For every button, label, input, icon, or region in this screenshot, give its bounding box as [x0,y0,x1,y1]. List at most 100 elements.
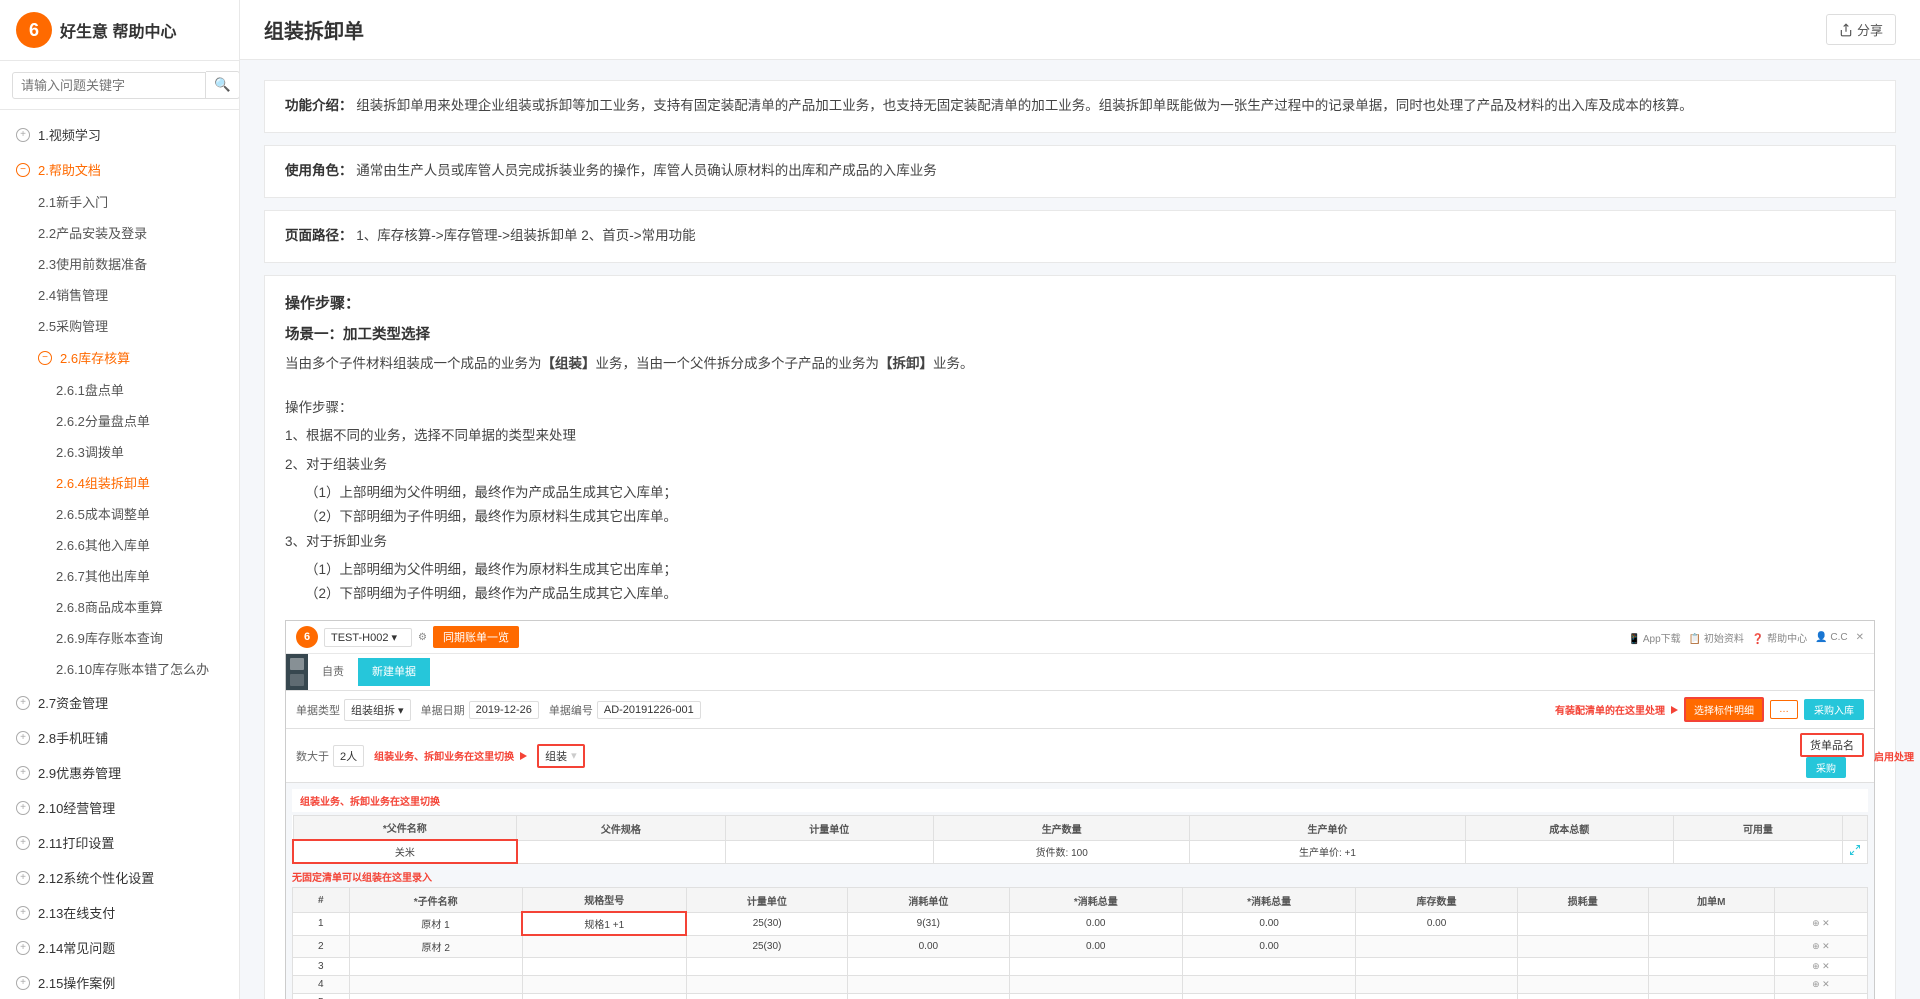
sidebar-item-assembly[interactable]: 2.6.4组装拆卸单 [0,467,239,498]
child-table-container: # *子件名称 规格型号 计量单位 消耗单位 *消耗总量 *消耗总量 库存数量 … [292,887,1868,999]
sidebar-item-stocktake[interactable]: 2.6.1盘点单 [0,374,239,405]
sidebar-item-faq[interactable]: + 2.14常见问题 [0,931,239,964]
sidebar-item-other-out[interactable]: 2.6.7其他出库单 [0,560,239,591]
parent-name-cell[interactable]: 关米 [293,840,517,863]
sidebar-item-video-learning[interactable]: + 1.视频学习 [0,118,239,151]
sidebar-item-purchase[interactable]: 2.5采购管理 [0,310,239,341]
sidebar: 6 好生意 帮助中心 🔍 + 1.视频学习 − 2.帮助文档 2.1新手入门 2… [0,0,240,999]
sidebar-item-other-in[interactable]: 2.6.6其他入库单 [0,529,239,560]
tab-new-order[interactable]: 新建单据 [358,658,430,686]
sidebar-item-install[interactable]: 2.2产品安装及登录 [0,217,239,248]
nav-home: ⚙ [418,632,427,643]
enable-process-field[interactable]: 货单品名 [1800,733,1864,757]
sidebar-item-cases[interactable]: + 2.15操作案例 [0,966,239,999]
sidebar-item-personalize[interactable]: + 2.12系统个性化设置 [0,861,239,894]
annotation-area-3: 货单品名 启用处理 采购 [1800,733,1864,778]
tables-area: 组装业务、拆卸业务在这里切换 *父件名称 父件规格 计量单位 生产数量 [286,783,1874,999]
nav-group-label: 2.9优惠券管理 [38,763,121,782]
step-3-1: （1）上部明细为父件明细，最终作为原材料生成其它出库单； [285,558,1875,582]
close-icon[interactable]: ✕ [1856,632,1864,643]
type-selector-highlighted[interactable]: 组装 ▾ [537,744,585,768]
qty-field: 数大于 2人 [296,745,364,767]
nav-group-label: 2.帮助文档 [38,160,101,179]
sidebar-item-finance[interactable]: + 2.7资金管理 [0,686,239,719]
sidebar-item-ledger[interactable]: 2.6.9库存账本查询 [0,622,239,653]
assembly-label: 组装业务、拆卸业务在这里切换 [292,789,1868,812]
sidebar-item-transfer[interactable]: 2.6.3调拨单 [0,436,239,467]
child-stock-1: 0.00 [1356,912,1517,935]
code-value[interactable]: AD-20191226-001 [597,701,701,719]
step-2: 2、对于组装业务 [285,453,1875,477]
child-ops-3[interactable]: ⊕ ✕ [1774,957,1867,975]
parent-unit-price-cell[interactable]: 生产单价: +1 [1190,840,1465,863]
annotation-text-3: 启用处理 [1874,748,1914,763]
type-field-group: 单据类型 组装组拆 ▾ [296,699,411,721]
sidebar-item-cost-adjust[interactable]: 2.6.5成本调整单 [0,498,239,529]
child-ops-2[interactable]: ⊕ ✕ [1774,935,1867,957]
page-title: 组装拆卸单 [264,15,364,44]
expand-icon: + [16,976,30,990]
share-button[interactable]: 分享 [1826,14,1896,45]
sidebar-item-mobile[interactable]: + 2.8手机旺铺 [0,721,239,754]
col-total-cost: 成本总额 [1465,816,1673,841]
collapse-icon: − [16,163,30,177]
child-row-1: 1 原材 1 规格1 +1 25(30) 9(31) 0.00 0.00 0.0… [293,912,1868,935]
expand-icon: + [16,696,30,710]
annotation-label-4: 无固定清单可以组装在这里录入 [292,873,432,884]
child-ops-4[interactable]: ⊕ ✕ [1774,975,1867,993]
role-block: 使用角色： 通常由生产人员或库管人员完成拆装业务的操作，库管人员确认原材料的出库… [264,145,1896,198]
sidebar-item-coupon[interactable]: + 2.9优惠券管理 [0,756,239,789]
nav-group-ops: + 2.10经营管理 [0,791,239,824]
search-button[interactable]: 🔍 [206,71,240,99]
other-action-btn[interactable]: … [1770,700,1798,719]
child-row-4: 4 ⊕ ✕ [293,975,1868,993]
nav-group-faq: + 2.14常见问题 [0,931,239,964]
tab-home[interactable]: 自责 [308,658,358,686]
step-2-1: （1）上部明细为父件明细，最终作为产成品生成其它入库单； [285,481,1875,505]
sidebar-item-data-prep[interactable]: 2.3使用前数据准备 [0,248,239,279]
nav-group-coupon: + 2.9优惠券管理 [0,756,239,789]
nav-group-finance: + 2.7资金管理 [0,686,239,719]
type-switch-row: 数大于 2人 组装业务、拆卸业务在这里切换 组装 ▾ 货单品名 [286,729,1874,783]
child-spec-1[interactable]: 规格1 +1 [522,912,686,935]
col-add: 加单M [1648,888,1774,913]
nav-subgroup-inventory: − 2.6库存核算 2.6.1盘点单 2.6.2分量盘点单 2.6.3调拨单 2… [0,341,239,684]
child-name-1[interactable]: 原材 1 [349,912,522,935]
sidebar-item-inventory[interactable]: − 2.6库存核算 [0,341,239,374]
parent-avail-cell [1673,840,1842,863]
annotation-area-2: 组装业务、拆卸业务在这里切换 [374,748,527,763]
type-value[interactable]: 组装组拆 ▾ [344,699,411,721]
annotation-area-1: 有装配清单的在这里处理 选择标件明细 … 采购入库 [711,697,1864,722]
sidebar-item-ops[interactable]: + 2.10经营管理 [0,791,239,824]
help-center-icon: ❓ 帮助中心 [1752,630,1807,645]
confirm-btn[interactable]: 采购入库 [1804,699,1864,720]
child-ops-5[interactable]: ⊕ ✕ [1774,993,1867,999]
sidebar-item-partial-stocktake[interactable]: 2.6.2分量盘点单 [0,405,239,436]
sidebar-item-payment[interactable]: + 2.13在线支付 [0,896,239,929]
step-heading: 操作步骤： [285,396,1875,420]
sidebar-item-print[interactable]: + 2.11打印设置 [0,826,239,859]
collapse-subgroup-icon: − [38,351,52,365]
sidebar-item-help-docs[interactable]: − 2.帮助文档 [0,153,239,186]
type-selector-label: 组装 [545,748,567,764]
child-name-2[interactable]: 原材 2 [349,935,522,957]
apply-btn[interactable]: 采购 [1806,757,1846,778]
search-input[interactable] [12,72,206,99]
parent-prod-qty-cell[interactable]: 货件数: 100 [933,840,1190,863]
company-selector[interactable]: TEST-H002 ▾ [324,628,412,647]
col-child-spec: 规格型号 [522,888,686,913]
col-seq: # [293,888,350,913]
select-bom-btn[interactable]: 选择标件明细 [1684,697,1764,722]
sidebar-item-sales[interactable]: 2.4销售管理 [0,279,239,310]
sidebar-item-cost-recalc[interactable]: 2.6.8商品成本重算 [0,591,239,622]
period-overview-btn[interactable]: 同期账单一览 [433,626,519,648]
sidebar-item-ledger-error[interactable]: 2.6.10库存账本错了怎么办 [0,653,239,684]
child-ops-1[interactable]: ⊕ ✕ [1774,912,1867,935]
nav-group-mobile: + 2.8手机旺铺 [0,721,239,754]
sidebar-icon-2 [290,674,304,686]
sidebar-item-new-user[interactable]: 2.1新手入门 [0,186,239,217]
parent-spec-cell [517,840,725,863]
child-unit-1: 25(30) [686,912,847,935]
parent-action-cell[interactable] [1843,840,1868,863]
date-value[interactable]: 2019-12-26 [469,701,539,719]
